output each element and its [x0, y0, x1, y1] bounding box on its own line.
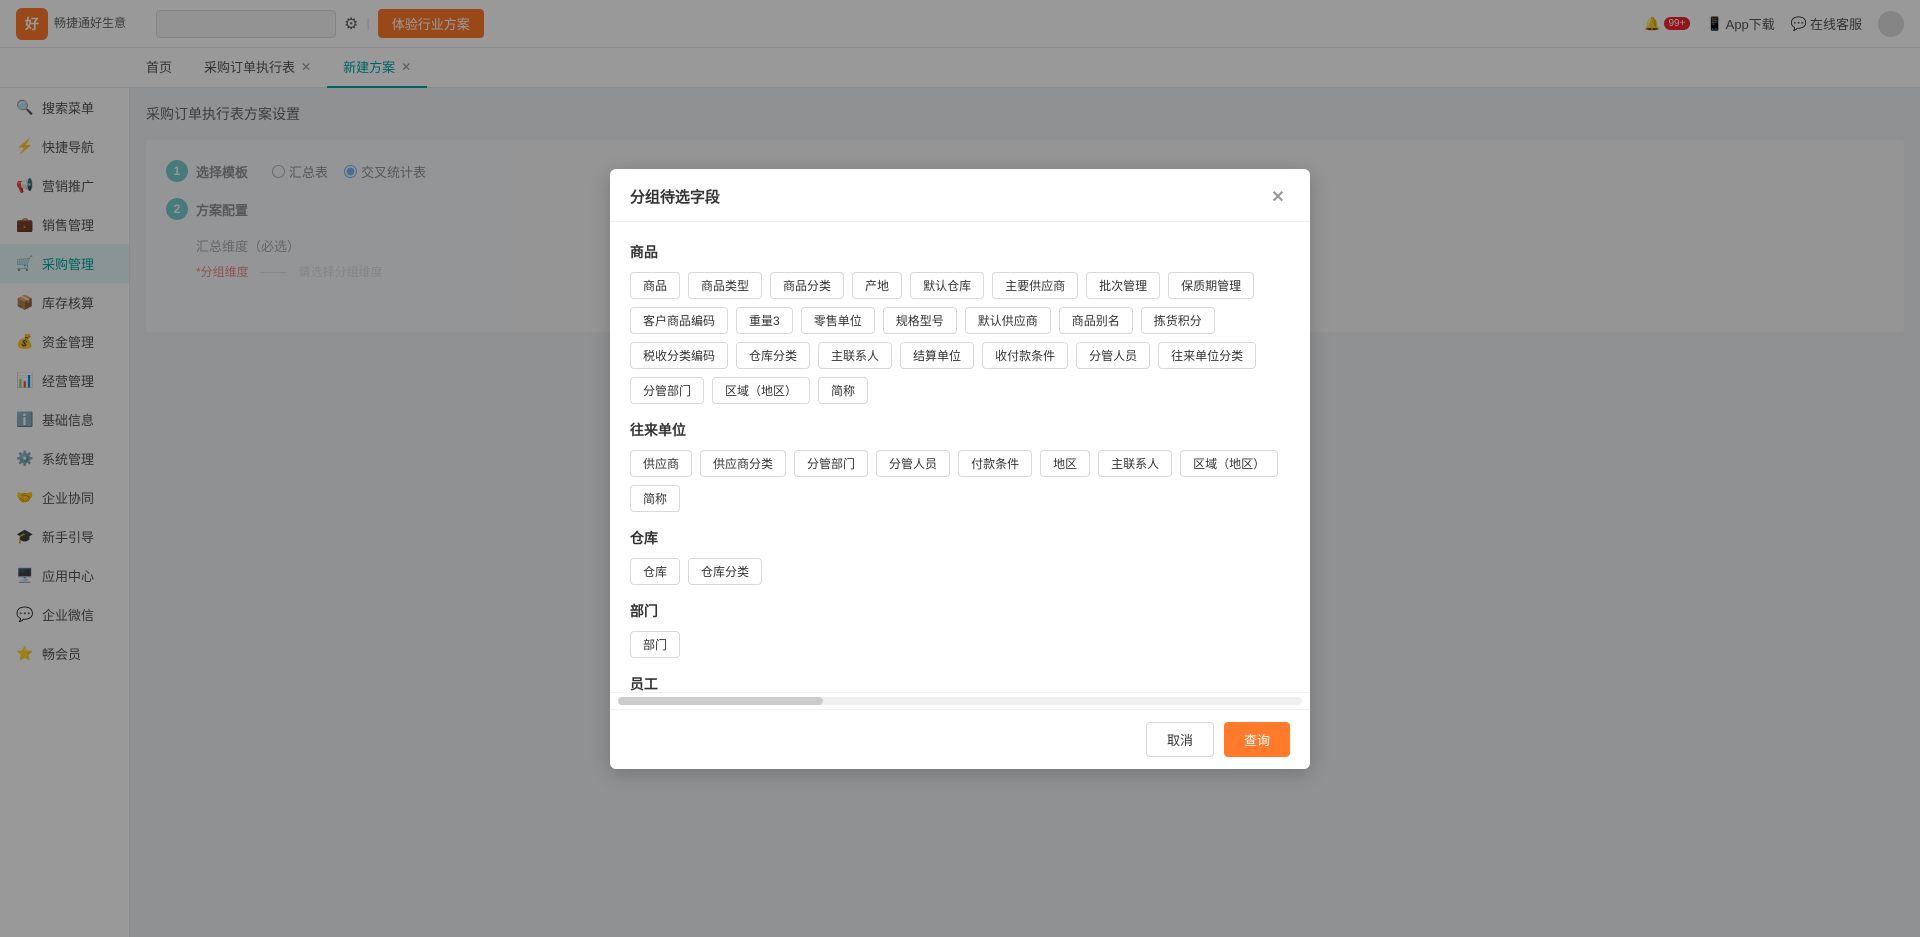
field-tag[interactable]: 付款条件 — [958, 450, 1032, 477]
field-tag[interactable]: 批次管理 — [1086, 272, 1160, 299]
field-tag[interactable]: 供应商 — [630, 450, 692, 477]
field-tag[interactable]: 简称 — [818, 377, 868, 404]
modal-overlay: 分组待选字段 ✕ 商品商品商品类型商品分类产地默认仓库主要供应商批次管理保质期管… — [0, 0, 1920, 937]
section-title-仓库: 仓库 — [630, 528, 1290, 548]
modal-body[interactable]: 商品商品商品类型商品分类产地默认仓库主要供应商批次管理保质期管理客户商品编码重量… — [610, 222, 1310, 692]
field-tag[interactable]: 默认仓库 — [910, 272, 984, 299]
field-tag[interactable]: 主要供应商 — [992, 272, 1078, 299]
field-tag[interactable]: 主联系人 — [818, 342, 892, 369]
field-tag[interactable]: 税收分类编码 — [630, 342, 728, 369]
field-tag[interactable]: 保质期管理 — [1168, 272, 1254, 299]
field-tag[interactable]: 分管部门 — [794, 450, 868, 477]
field-tag[interactable]: 收付款条件 — [982, 342, 1068, 369]
modal-title: 分组待选字段 — [630, 186, 720, 207]
fields-grid-仓库: 仓库仓库分类 — [630, 558, 1290, 585]
field-tag[interactable]: 分管人员 — [1076, 342, 1150, 369]
field-tag[interactable]: 主联系人 — [1098, 450, 1172, 477]
field-tag[interactable]: 供应商分类 — [700, 450, 786, 477]
field-tag[interactable]: 地区 — [1040, 450, 1090, 477]
field-tag[interactable]: 分管人员 — [876, 450, 950, 477]
field-tag[interactable]: 区域（地区） — [712, 377, 810, 404]
field-tag[interactable]: 规格型号 — [883, 307, 957, 334]
field-tag[interactable]: 仓库分类 — [736, 342, 810, 369]
fields-grid-往来单位: 供应商供应商分类分管部门分管人员付款条件地区主联系人区域（地区） 简称 — [630, 450, 1290, 512]
modal-footer: 取消 查询 — [610, 709, 1310, 769]
cancel-button[interactable]: 取消 — [1146, 722, 1214, 757]
section-title-商品: 商品 — [630, 242, 1290, 262]
fields-grid-部门: 部门 — [630, 631, 1290, 658]
field-tag[interactable]: 部门 — [630, 631, 680, 658]
confirm-button[interactable]: 查询 — [1224, 722, 1290, 757]
field-tag[interactable]: 默认供应商 — [965, 307, 1051, 334]
fields-grid-商品: 商品商品类型商品分类产地默认仓库主要供应商批次管理保质期管理客户商品编码重量3 零… — [630, 272, 1290, 404]
field-tag[interactable]: 产地 — [852, 272, 902, 299]
field-tag[interactable]: 拣货积分 — [1141, 307, 1215, 334]
section-title-员工: 员工 — [630, 674, 1290, 692]
field-tag[interactable]: 仓库 — [630, 558, 680, 585]
field-tag[interactable]: 客户商品编码 — [630, 307, 728, 334]
section-title-部门: 部门 — [630, 601, 1290, 621]
modal-close-btn[interactable]: ✕ — [1266, 185, 1290, 209]
field-tag[interactable]: 商品分类 — [770, 272, 844, 299]
field-tag[interactable]: 往来单位分类 — [1158, 342, 1256, 369]
field-tag[interactable]: 仓库分类 — [688, 558, 762, 585]
field-select-modal: 分组待选字段 ✕ 商品商品商品类型商品分类产地默认仓库主要供应商批次管理保质期管… — [610, 169, 1310, 769]
field-tag[interactable]: 简称 — [630, 485, 680, 512]
hscroll-thumb[interactable] — [618, 697, 823, 705]
modal-header: 分组待选字段 ✕ — [610, 169, 1310, 222]
field-tag[interactable]: 商品类型 — [688, 272, 762, 299]
section-title-往来单位: 往来单位 — [630, 420, 1290, 440]
field-tag[interactable]: 结算单位 — [900, 342, 974, 369]
field-tag[interactable]: 区域（地区） — [1180, 450, 1278, 477]
field-tag[interactable]: 商品 — [630, 272, 680, 299]
field-tag[interactable]: 重量3 — [736, 307, 793, 334]
field-tag[interactable]: 分管部门 — [630, 377, 704, 404]
field-tag[interactable]: 零售单位 — [801, 307, 875, 334]
field-tag[interactable]: 商品别名 — [1059, 307, 1133, 334]
